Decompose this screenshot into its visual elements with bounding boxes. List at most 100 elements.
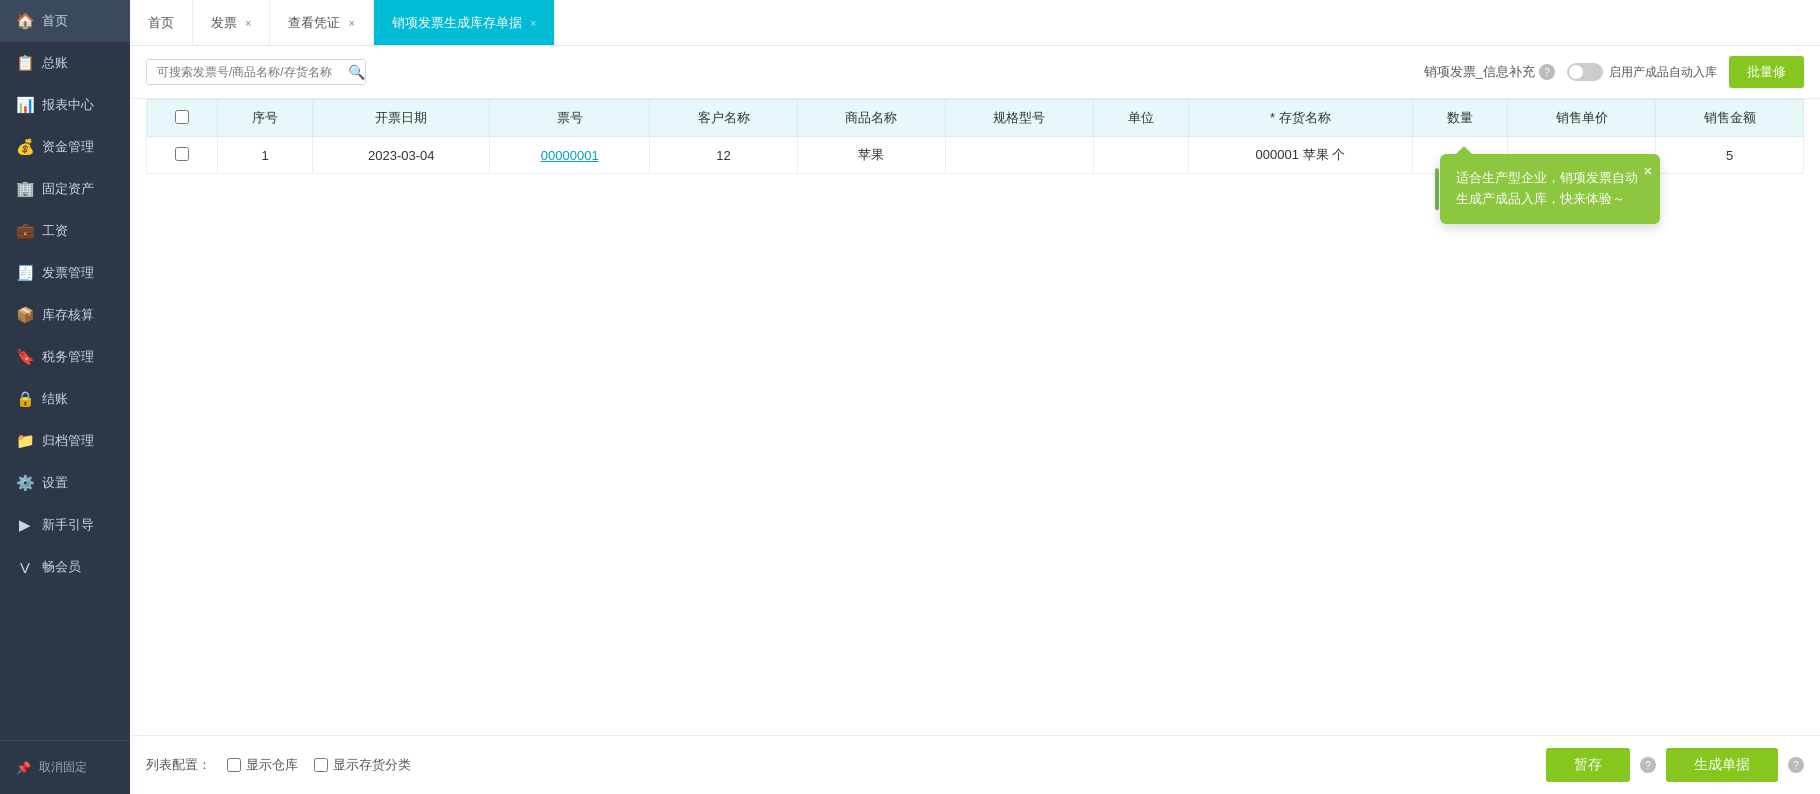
generate-button[interactable]: 生成单据 [1666, 748, 1778, 782]
tab-home[interactable]: 首页 [130, 0, 193, 45]
sidebar-item-funds[interactable]: 💰 资金管理 [0, 126, 130, 168]
save-button[interactable]: 暂存 [1546, 748, 1630, 782]
toolbar-right: 销项发票_信息补充 ? 启用产成品自动入库 批量修 [1424, 56, 1804, 88]
auto-warehouse-toggle[interactable] [1567, 63, 1603, 81]
sidebar-item-label: 归档管理 [42, 432, 94, 450]
col-product: 商品名称 [797, 100, 945, 137]
col-unit: 单位 [1093, 100, 1188, 137]
footer-buttons: 暂存 ? 生成单据 ? [1546, 748, 1804, 782]
col-date: 开票日期 [313, 100, 490, 137]
home-icon: 🏠 [16, 12, 34, 30]
save-info-icon[interactable]: ? [1640, 757, 1656, 773]
row-spec [945, 137, 1093, 174]
row-unit [1093, 137, 1188, 174]
sidebar-item-tax[interactable]: 🔖 税务管理 [0, 336, 130, 378]
main-area: 首页 发票 × 查看凭证 × 销项发票生成库存单据 × 🔍 销项发票_信息补充 … [130, 0, 1820, 794]
tab-invoice-close[interactable]: × [245, 17, 251, 29]
tab-return-label: 销项发票生成库存单据 [392, 14, 522, 32]
sidebar-bottom: 📌 取消固定 [0, 740, 130, 794]
col-price: 销售单价 [1508, 100, 1656, 137]
sidebar-item-label: 新手引导 [42, 516, 94, 534]
sidebar-item-label: 库存核算 [42, 306, 94, 324]
show-warehouse-wrap[interactable]: 显示仓库 [227, 756, 298, 774]
show-warehouse-checkbox[interactable] [227, 758, 241, 772]
archive-icon: 📁 [16, 432, 34, 450]
sidebar-item-guide[interactable]: ▶ 新手引导 [0, 504, 130, 546]
row-amount: 5 [1656, 137, 1804, 174]
sidebar-item-label: 总账 [42, 54, 68, 72]
pin-icon: 📌 [16, 761, 31, 775]
row-inventory: 000001 苹果 个 [1188, 137, 1412, 174]
tab-voucher-close[interactable]: × [348, 17, 354, 29]
pin-label: 取消固定 [39, 759, 87, 776]
info-icon[interactable]: ? [1539, 64, 1555, 80]
show-warehouse-label: 显示仓库 [246, 756, 298, 774]
sidebar-item-label: 工资 [42, 222, 68, 240]
row-customer: 12 [650, 137, 798, 174]
sidebar-item-settings[interactable]: ⚙️ 设置 [0, 462, 130, 504]
search-input[interactable] [146, 59, 366, 85]
sidebar-item-label: 畅会员 [42, 558, 81, 576]
select-all-checkbox[interactable] [175, 110, 189, 124]
col-checkbox [147, 100, 218, 137]
batch-button[interactable]: 批量修 [1729, 56, 1804, 88]
tab-return[interactable]: 销项发票生成库存单据 × [374, 0, 555, 45]
vip-icon: V [16, 559, 34, 576]
unpin-button[interactable]: 📌 取消固定 [0, 751, 130, 784]
search-button[interactable]: 🔍 [348, 64, 365, 80]
sidebar-item-label: 首页 [42, 12, 68, 30]
row-checkbox-cell [147, 137, 218, 174]
sidebar-item-label: 结账 [42, 390, 68, 408]
tab-voucher[interactable]: 查看凭证 × [270, 0, 373, 45]
show-category-wrap[interactable]: 显示存货分类 [314, 756, 411, 774]
sidebar-item-ledger[interactable]: 📋 总账 [0, 42, 130, 84]
generate-info-icon[interactable]: ? [1788, 757, 1804, 773]
sidebar-item-invoice-mgmt[interactable]: 🧾 发票管理 [0, 252, 130, 294]
closing-icon: 🔒 [16, 390, 34, 408]
col-qty: 数量 [1412, 100, 1507, 137]
toggle-wrap: 启用产成品自动入库 [1567, 63, 1717, 81]
sidebar-item-payroll[interactable]: 💼 工资 [0, 210, 130, 252]
report-icon: 📊 [16, 96, 34, 114]
sidebar-item-vip[interactable]: V 畅会员 [0, 546, 130, 588]
sidebar-item-label: 资金管理 [42, 138, 94, 156]
sidebar-item-home[interactable]: 🏠 首页 [0, 0, 130, 42]
row-checkbox[interactable] [175, 147, 189, 161]
tab-return-close[interactable]: × [530, 17, 536, 29]
tab-invoice-label: 发票 [211, 14, 237, 32]
sidebar: 🏠 首页 📋 总账 📊 报表中心 💰 资金管理 🏢 固定资产 💼 工资 🧾 发票… [0, 0, 130, 794]
tooltip-close-button[interactable]: × [1644, 160, 1652, 182]
tab-invoice[interactable]: 发票 × [193, 0, 270, 45]
toolbar: 🔍 销项发票_信息补充 ? 启用产成品自动入库 批量修 [130, 46, 1820, 99]
show-category-checkbox[interactable] [314, 758, 328, 772]
row-seq: 1 [217, 137, 312, 174]
tooltip-text: 适合生产型企业，销项发票自动生成产成品入库，快来体验～ [1456, 170, 1638, 206]
sidebar-item-closing[interactable]: 🔒 结账 [0, 378, 130, 420]
sidebar-item-inventory[interactable]: 📦 库存核算 [0, 294, 130, 336]
sidebar-item-fixed-assets[interactable]: 🏢 固定资产 [0, 168, 130, 210]
fixed-assets-icon: 🏢 [16, 180, 34, 198]
col-amount: 销售金额 [1656, 100, 1804, 137]
toolbar-left: 🔍 [146, 59, 365, 85]
row-number[interactable]: 00000001 [490, 137, 650, 174]
sidebar-item-label: 发票管理 [42, 264, 94, 282]
sidebar-item-report[interactable]: 📊 报表中心 [0, 84, 130, 126]
tab-home-label: 首页 [148, 14, 174, 32]
config-label: 列表配置： [146, 756, 211, 774]
sidebar-item-archive[interactable]: 📁 归档管理 [0, 420, 130, 462]
tax-icon: 🔖 [16, 348, 34, 366]
tooltip-popup: × 适合生产型企业，销项发票自动生成产成品入库，快来体验～ [1440, 154, 1660, 224]
sidebar-item-label: 报表中心 [42, 96, 94, 114]
tab-bar: 首页 发票 × 查看凭证 × 销项发票生成库存单据 × [130, 0, 1820, 46]
col-spec: 规格型号 [945, 100, 1093, 137]
sidebar-item-label: 税务管理 [42, 348, 94, 366]
sidebar-item-label: 固定资产 [42, 180, 94, 198]
col-customer: 客户名称 [650, 100, 798, 137]
tooltip-bar [1435, 168, 1439, 210]
invoice-mgmt-icon: 🧾 [16, 264, 34, 282]
col-inventory: * 存货名称 [1188, 100, 1412, 137]
content-area: 🔍 销项发票_信息补充 ? 启用产成品自动入库 批量修 [130, 46, 1820, 794]
footer: 列表配置： 显示仓库 显示存货分类 暂存 ? 生成单据 ? [130, 735, 1820, 794]
inventory-icon: 📦 [16, 306, 34, 324]
settings-icon: ⚙️ [16, 474, 34, 492]
